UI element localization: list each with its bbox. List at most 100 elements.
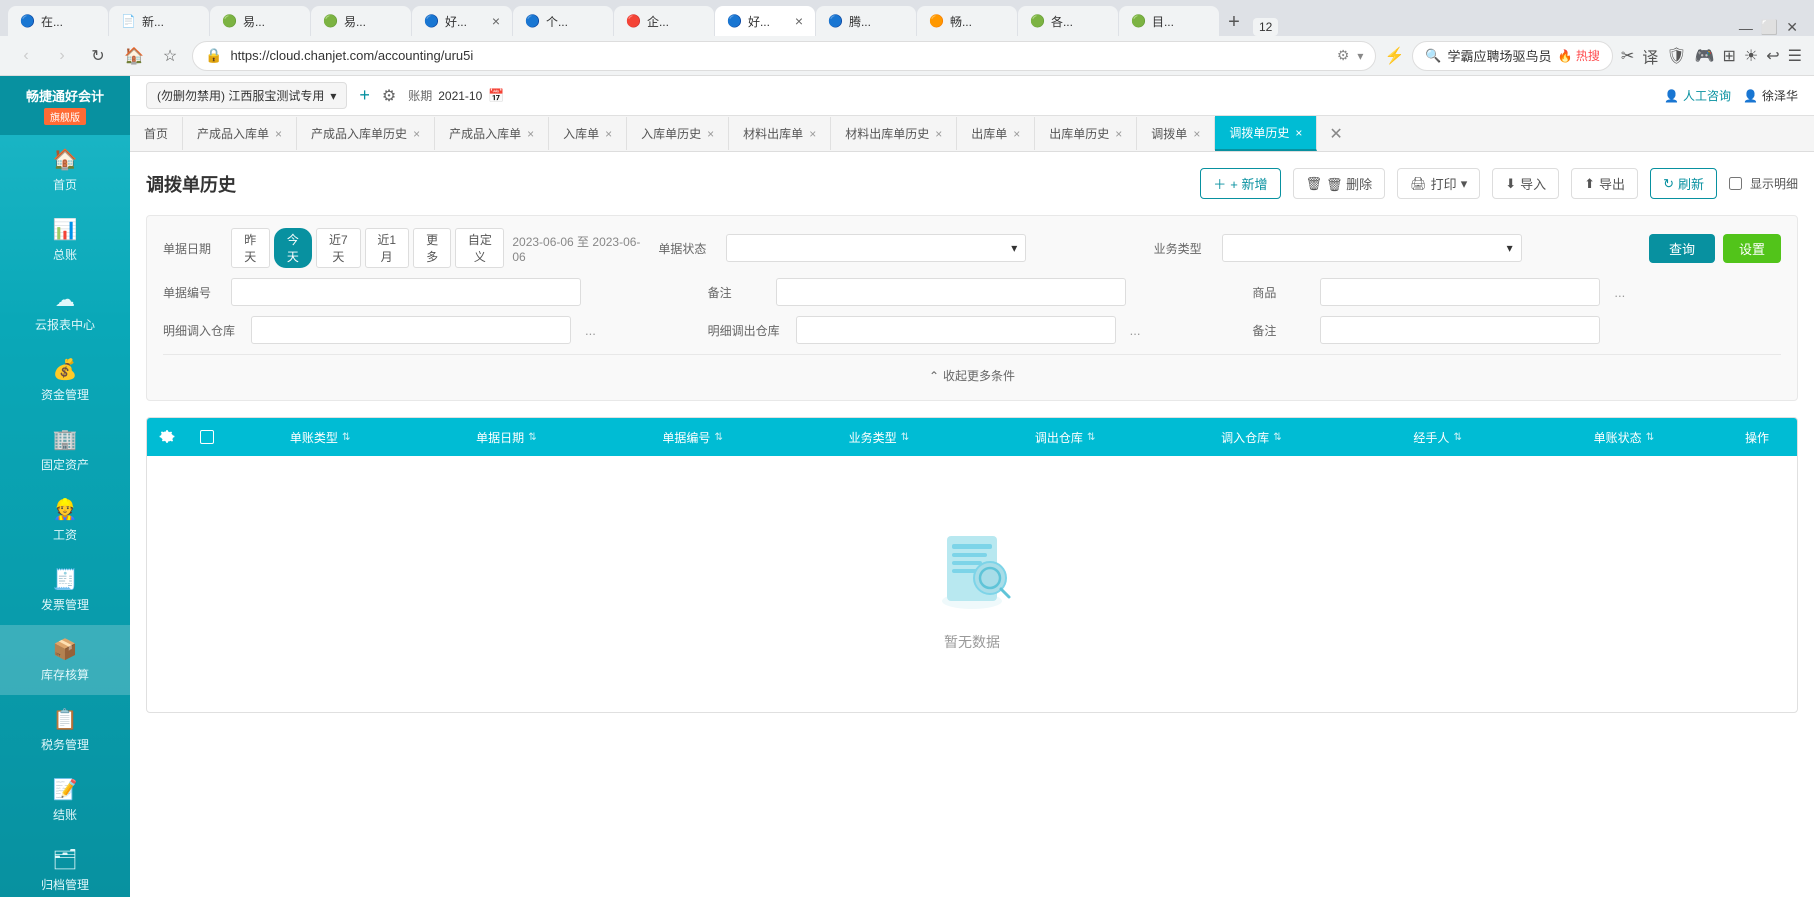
page-tab-clckdlsh[interactable]: 材料出库单历史 × — [831, 117, 957, 150]
sidebar-item-tax[interactable]: 📋 税务管理 — [0, 695, 130, 765]
browser-tab-12[interactable]: 🟢 目... — [1119, 6, 1219, 36]
browser-tab-1[interactable]: 🔵 在... — [8, 6, 108, 36]
shield-icon[interactable]: 🛡 — [1666, 46, 1686, 66]
nav-star-btn[interactable]: ☆ — [156, 42, 184, 70]
browser-tab-2[interactable]: 📄 新... — [109, 6, 209, 36]
calendar-icon[interactable]: 📅 — [488, 88, 504, 104]
company-selector[interactable]: (勿删勿禁用) 江西服宝测试专用 ▾ — [146, 82, 347, 109]
th-handler[interactable]: 经手人 ⇅ — [1345, 429, 1531, 446]
browser-tab-5[interactable]: 🔵 好... × — [412, 6, 512, 36]
tab-close-ccrk2[interactable]: × — [527, 127, 534, 141]
tab-close-ckd[interactable]: × — [1013, 127, 1020, 141]
translate-icon[interactable]: 译 — [1642, 44, 1658, 68]
page-tab-rkdlsh[interactable]: 入库单历史 × — [627, 117, 729, 150]
th-doc-num[interactable]: 单据编号 ⇅ — [600, 429, 786, 446]
note2-input[interactable] — [1320, 316, 1600, 344]
sidebar-item-close[interactable]: 📝 结账 — [0, 765, 130, 835]
sun-icon[interactable]: ☀ — [1744, 46, 1758, 66]
sidebar-item-salary[interactable]: 👷 工资 — [0, 485, 130, 555]
import-btn[interactable]: ⬇ 导入 — [1492, 168, 1559, 199]
show-all-checkbox[interactable]: 显示明细 — [1729, 175, 1798, 192]
window-close-btn[interactable]: ✕ — [1786, 19, 1798, 36]
date-btn-1month[interactable]: 近1月 — [365, 228, 409, 268]
tab-close-clckdlsh[interactable]: × — [935, 127, 942, 141]
in-warehouse-ellipsis[interactable]: ... — [579, 323, 602, 338]
sidebar-item-home[interactable]: 🏠 首页 — [0, 135, 130, 205]
browser-tab-7[interactable]: 🔴 企... — [614, 6, 714, 36]
sidebar-item-ledger[interactable]: 📊 总账 — [0, 205, 130, 275]
tab-close-ccrk[interactable]: × — [275, 127, 282, 141]
period-value[interactable]: 2021-10 — [438, 89, 482, 103]
window-minimize-btn[interactable]: — — [1739, 20, 1753, 36]
tab-close-rkd[interactable]: × — [605, 127, 612, 141]
date-btn-yesterday[interactable]: 昨天 — [231, 228, 270, 268]
nav-back-btn[interactable]: ‹ — [12, 42, 40, 70]
th-checkbox[interactable] — [187, 430, 227, 444]
th-biz-type[interactable]: 业务类型 ⇅ — [786, 429, 972, 446]
scissors-icon[interactable]: ✂ — [1621, 46, 1634, 66]
human-service-btn[interactable]: 👤 人工咨询 — [1664, 87, 1731, 104]
address-bar[interactable]: 🔒 https://cloud.chanjet.com/accounting/u… — [192, 41, 1376, 71]
tab-close-dbd[interactable]: × — [1193, 127, 1200, 141]
sidebar-item-invoice[interactable]: 🧾 发票管理 — [0, 555, 130, 625]
page-tab-ccrk[interactable]: 产成品入库单 × — [183, 117, 297, 150]
th-doc-status[interactable]: 单账状态 ⇅ — [1531, 429, 1717, 446]
docnum-input[interactable] — [231, 278, 581, 306]
th-doc-date[interactable]: 单据日期 ⇅ — [413, 429, 599, 446]
page-tab-home[interactable]: 首页 — [130, 117, 183, 150]
tab-close-ckdlsh[interactable]: × — [1115, 127, 1122, 141]
settings-gear-icon[interactable]: ⚙ — [382, 86, 396, 106]
ext-icon-1[interactable]: ⚡ — [1384, 46, 1404, 66]
sidebar-item-inventory[interactable]: 📦 库存核算 — [0, 625, 130, 695]
business-select[interactable]: ▾ — [1222, 234, 1522, 262]
page-tab-ccrk2[interactable]: 产成品入库单 × — [435, 117, 549, 150]
window-maximize-btn[interactable]: ⬜ — [1761, 19, 1778, 36]
search-bar[interactable]: 🔍 学霸应聘场驱鸟员 🔥 热搜 — [1412, 41, 1612, 71]
status-select[interactable]: ▾ — [726, 234, 1026, 262]
browser-tab-3[interactable]: 🟢 易... — [210, 6, 310, 36]
date-btn-7days[interactable]: 近7天 — [316, 228, 360, 268]
page-tab-dbdlsh[interactable]: 调拨单历史 × — [1215, 116, 1317, 151]
collapse-btn[interactable]: ⌃ 收起更多条件 — [929, 363, 1015, 388]
browser-tab-10[interactable]: 🟠 畅... — [917, 6, 1017, 36]
page-tab-ckdlsh[interactable]: 出库单历史 × — [1035, 117, 1137, 150]
browser-tab-4[interactable]: 🟢 易... — [311, 6, 411, 36]
refresh-btn[interactable]: ↻ 刷新 — [1650, 168, 1717, 199]
tab-close-dbdlsh[interactable]: × — [1295, 126, 1302, 140]
goods-ellipsis[interactable]: ... — [1608, 285, 1631, 300]
page-tab-clckd[interactable]: 材料出库单 × — [729, 117, 831, 150]
history-icon[interactable]: ↩ — [1766, 46, 1779, 66]
query-btn[interactable]: 查询 — [1649, 234, 1715, 263]
nav-forward-btn[interactable]: › — [48, 42, 76, 70]
nav-home-btn[interactable]: 🏠 — [120, 42, 148, 70]
new-tab-button[interactable]: + — [1220, 8, 1248, 36]
page-tab-dbd[interactable]: 调拨单 × — [1137, 117, 1215, 150]
date-btn-custom[interactable]: 自定义 — [455, 228, 504, 268]
page-tab-ckd[interactable]: 出库单 × — [957, 117, 1035, 150]
browser-tab-11[interactable]: 🟢 各... — [1018, 6, 1118, 36]
tab-close-5[interactable]: × — [492, 13, 500, 29]
export-btn[interactable]: ⬆ 导出 — [1571, 168, 1638, 199]
page-tabs-end-close[interactable]: ✕ — [1317, 124, 1354, 144]
sidebar-item-funds[interactable]: 💰 资金管理 — [0, 345, 130, 415]
game-icon[interactable]: 🎮 — [1695, 46, 1715, 66]
user-profile[interactable]: 👤 徐泽华 — [1743, 87, 1798, 104]
tab-count-badge[interactable]: 12 — [1253, 18, 1278, 36]
menu-icon[interactable]: ☰ — [1788, 46, 1802, 66]
sidebar-item-reports[interactable]: ☁ 云报表中心 — [0, 275, 130, 345]
tab-close-clckd[interactable]: × — [809, 127, 816, 141]
browser-tab-9[interactable]: 🔵 腾... — [816, 6, 916, 36]
print-btn[interactable]: 🖨 打印 ▾ — [1397, 168, 1480, 199]
out-warehouse-ellipsis[interactable]: ... — [1124, 323, 1147, 338]
sidebar-item-assets[interactable]: 🏢 固定资产 — [0, 415, 130, 485]
in-warehouse-input[interactable] — [251, 316, 571, 344]
page-tab-ccrklish[interactable]: 产成品入库单历史 × — [297, 117, 435, 150]
add-account-btn[interactable]: + — [359, 85, 370, 106]
tab-close-8[interactable]: × — [795, 13, 803, 29]
show-all-input[interactable] — [1729, 177, 1742, 190]
browser-tab-8[interactable]: 🔵 好... × — [715, 6, 815, 36]
date-btn-more[interactable]: 更多 — [413, 228, 452, 268]
delete-btn[interactable]: 🗑 🗑 删除 — [1293, 168, 1386, 199]
th-doc-type[interactable]: 单账类型 ⇅ — [227, 429, 413, 446]
page-tab-rkd[interactable]: 入库单 × — [549, 117, 627, 150]
